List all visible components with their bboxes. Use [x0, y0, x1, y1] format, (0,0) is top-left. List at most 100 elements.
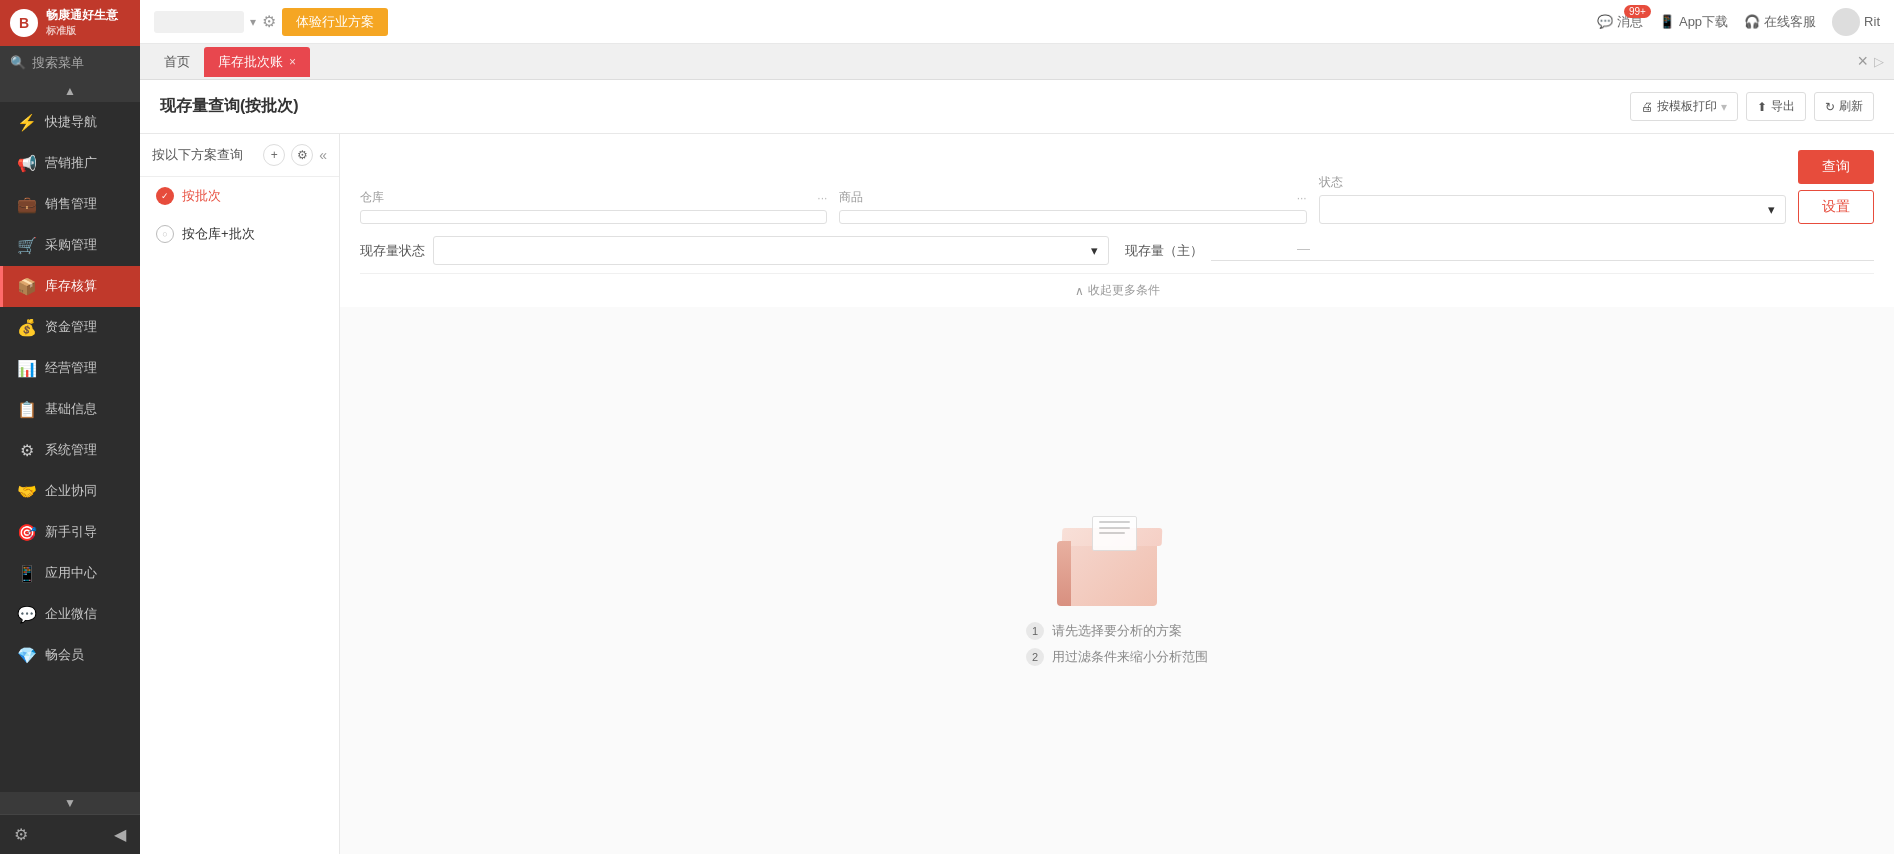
- sidebar-item-label: 畅会员: [45, 646, 84, 664]
- company-sub: 标准版: [46, 24, 118, 38]
- user-profile-button[interactable]: Rit: [1832, 8, 1880, 36]
- left-panel: 按以下方案查询 + ⚙ « ✓ 按批次 ○: [140, 134, 340, 854]
- status-filter-group: 状态 ▾: [1319, 174, 1786, 224]
- sidebar-item-system[interactable]: ⚙ 系统管理: [0, 430, 140, 471]
- sidebar-item-wechat[interactable]: 💬 企业微信: [0, 594, 140, 635]
- warehouse-filter-label: 仓库: [360, 189, 384, 206]
- sidebar-item-label: 快捷导航: [45, 113, 97, 131]
- sidebar-item-label: 企业微信: [45, 605, 97, 623]
- sidebar-settings-icon[interactable]: ⚙: [14, 825, 28, 844]
- sidebar-item-finance[interactable]: 💰 资金管理: [0, 307, 140, 348]
- stock-qty-min-input[interactable]: [1211, 241, 1291, 256]
- stock-qty-separator: —: [1297, 241, 1310, 256]
- sidebar-item-label: 应用中心: [45, 564, 97, 582]
- sidebar: B 畅康通好生意 标准版 🔍 搜索菜单 ▲ ⚡ 快捷导航 📢 营销推广 💼 销售…: [0, 0, 140, 854]
- user-avatar: [1832, 8, 1860, 36]
- product-more-icon[interactable]: ···: [1297, 191, 1307, 205]
- sidebar-item-sales[interactable]: 💼 销售管理: [0, 184, 140, 225]
- left-panel-header: 按以下方案查询 + ⚙ «: [140, 134, 339, 177]
- sidebar-item-purchase[interactable]: 🛒 采购管理: [0, 225, 140, 266]
- right-panel: 仓库 ··· 商品 ···: [340, 134, 1894, 854]
- sidebar-item-vip[interactable]: 💎 畅会员: [0, 635, 140, 676]
- service-icon: 🎧: [1744, 14, 1760, 29]
- operation-icon: 📊: [17, 359, 37, 378]
- tab-close-icon[interactable]: ×: [289, 56, 296, 68]
- sidebar-item-enterprise[interactable]: 🤝 企业协同: [0, 471, 140, 512]
- status-filter-select[interactable]: ▾: [1319, 195, 1786, 224]
- user-name: Rit: [1864, 14, 1880, 29]
- page-header: 现存量查询(按批次) 🖨 按模板打印 ▾ ⬆ 导出 ↻ 刷新: [140, 80, 1894, 134]
- query-button[interactable]: 查询: [1798, 150, 1874, 184]
- sidebar-scroll-up[interactable]: ▲: [0, 80, 140, 102]
- export-label: 导出: [1771, 98, 1795, 115]
- product-filter-group: 商品 ···: [839, 189, 1306, 224]
- sidebar-item-label: 新手引导: [45, 523, 97, 541]
- message-button[interactable]: 💬 消息 99+: [1597, 13, 1643, 31]
- warehouse-filter-input[interactable]: [360, 210, 827, 224]
- sidebar-scroll-down[interactable]: ▼: [0, 792, 140, 814]
- left-panel-collapse-button[interactable]: «: [319, 144, 327, 166]
- app-icon: 📱: [1659, 14, 1675, 29]
- scheme-settings-icon: ⚙: [297, 148, 308, 162]
- search-label: 搜索菜单: [32, 54, 84, 72]
- product-filter-input[interactable]: [839, 210, 1306, 224]
- stock-qty-max-input[interactable]: [1316, 241, 1396, 256]
- try-industry-button[interactable]: 体验行业方案: [282, 8, 388, 36]
- print-icon: 🖨: [1641, 100, 1653, 114]
- page-actions: 🖨 按模板打印 ▾ ⬆ 导出 ↻ 刷新: [1630, 92, 1874, 121]
- sidebar-item-inventory[interactable]: 📦 库存核算: [0, 266, 140, 307]
- newbie-icon: 🎯: [17, 523, 37, 542]
- sidebar-header: B 畅康通好生意 标准版: [0, 0, 140, 46]
- main-area: ▾ ⚙ 体验行业方案 💬 消息 99+ 📱 App下载 🎧 在线客服 Rit: [140, 0, 1894, 854]
- hint-1-text: 请先选择要分析的方案: [1052, 622, 1182, 640]
- sidebar-item-label: 基础信息: [45, 400, 97, 418]
- scheme-settings-button[interactable]: ⚙: [291, 144, 313, 166]
- tab-home[interactable]: 首页: [150, 47, 204, 77]
- empty-hint-1: 1 请先选择要分析的方案: [1026, 622, 1208, 640]
- sidebar-item-operation[interactable]: 📊 经营管理: [0, 348, 140, 389]
- app-download-button[interactable]: 📱 App下载: [1659, 13, 1728, 31]
- breadcrumb-input[interactable]: [154, 11, 244, 33]
- sidebar-item-label: 营销推广: [45, 154, 97, 172]
- sidebar-footer: ⚙ ◀: [0, 814, 140, 854]
- sidebar-item-marketing[interactable]: 📢 营销推广: [0, 143, 140, 184]
- service-label: 在线客服: [1764, 13, 1816, 31]
- print-dropdown-icon[interactable]: ▾: [1721, 100, 1727, 114]
- scheme-item-batch[interactable]: ✓ 按批次: [140, 177, 339, 215]
- export-button[interactable]: ⬆ 导出: [1746, 92, 1806, 121]
- tab-inventory-batch[interactable]: 库存批次账 ×: [204, 47, 310, 77]
- refresh-label: 刷新: [1839, 98, 1863, 115]
- sidebar-item-apps[interactable]: 📱 应用中心: [0, 553, 140, 594]
- sidebar-search[interactable]: 🔍 搜索菜单: [0, 46, 140, 80]
- sidebar-nav: ⚡ 快捷导航 📢 营销推广 💼 销售管理 🛒 采购管理 📦 库存核算 💰 资金管…: [0, 102, 140, 792]
- scheme-dot-inactive: ○: [156, 225, 174, 243]
- warehouse-more-icon[interactable]: ···: [817, 191, 827, 205]
- refresh-button[interactable]: ↻ 刷新: [1814, 92, 1874, 121]
- logo-icon: B: [10, 9, 38, 37]
- tab-home-label: 首页: [164, 53, 190, 71]
- warehouse-filter-group: 仓库 ···: [360, 189, 827, 224]
- scheme-dot-active: ✓: [156, 187, 174, 205]
- vip-icon: 💎: [17, 646, 37, 665]
- topbar-expand-icon[interactable]: ▷: [1874, 54, 1884, 69]
- stock-status-select[interactable]: ▾: [433, 236, 1109, 265]
- purchase-icon: 🛒: [17, 236, 37, 255]
- setting-button[interactable]: 设置: [1798, 190, 1874, 224]
- apps-icon: 📱: [17, 564, 37, 583]
- hint-2-num: 2: [1026, 648, 1044, 666]
- topbar-close-button[interactable]: ×: [1851, 51, 1874, 72]
- sidebar-item-basic[interactable]: 📋 基础信息: [0, 389, 140, 430]
- print-button[interactable]: 🖨 按模板打印 ▾: [1630, 92, 1738, 121]
- add-scheme-button[interactable]: +: [263, 144, 285, 166]
- system-icon: ⚙: [17, 441, 37, 460]
- breadcrumb-arrow[interactable]: ▾: [250, 15, 256, 29]
- sidebar-collapse-icon[interactable]: ◀: [114, 825, 126, 844]
- scheme-item-warehouse-batch[interactable]: ○ 按仓库+批次: [140, 215, 339, 253]
- box-side: [1057, 541, 1071, 606]
- sidebar-item-newbie[interactable]: 🎯 新手引导: [0, 512, 140, 553]
- sidebar-item-quick-nav[interactable]: ⚡ 快捷导航: [0, 102, 140, 143]
- topbar-gear-icon[interactable]: ⚙: [262, 12, 276, 31]
- message-badge: 99+: [1624, 5, 1651, 18]
- collapse-bar[interactable]: ∧ 收起更多条件: [360, 273, 1874, 307]
- service-button[interactable]: 🎧 在线客服: [1744, 13, 1816, 31]
